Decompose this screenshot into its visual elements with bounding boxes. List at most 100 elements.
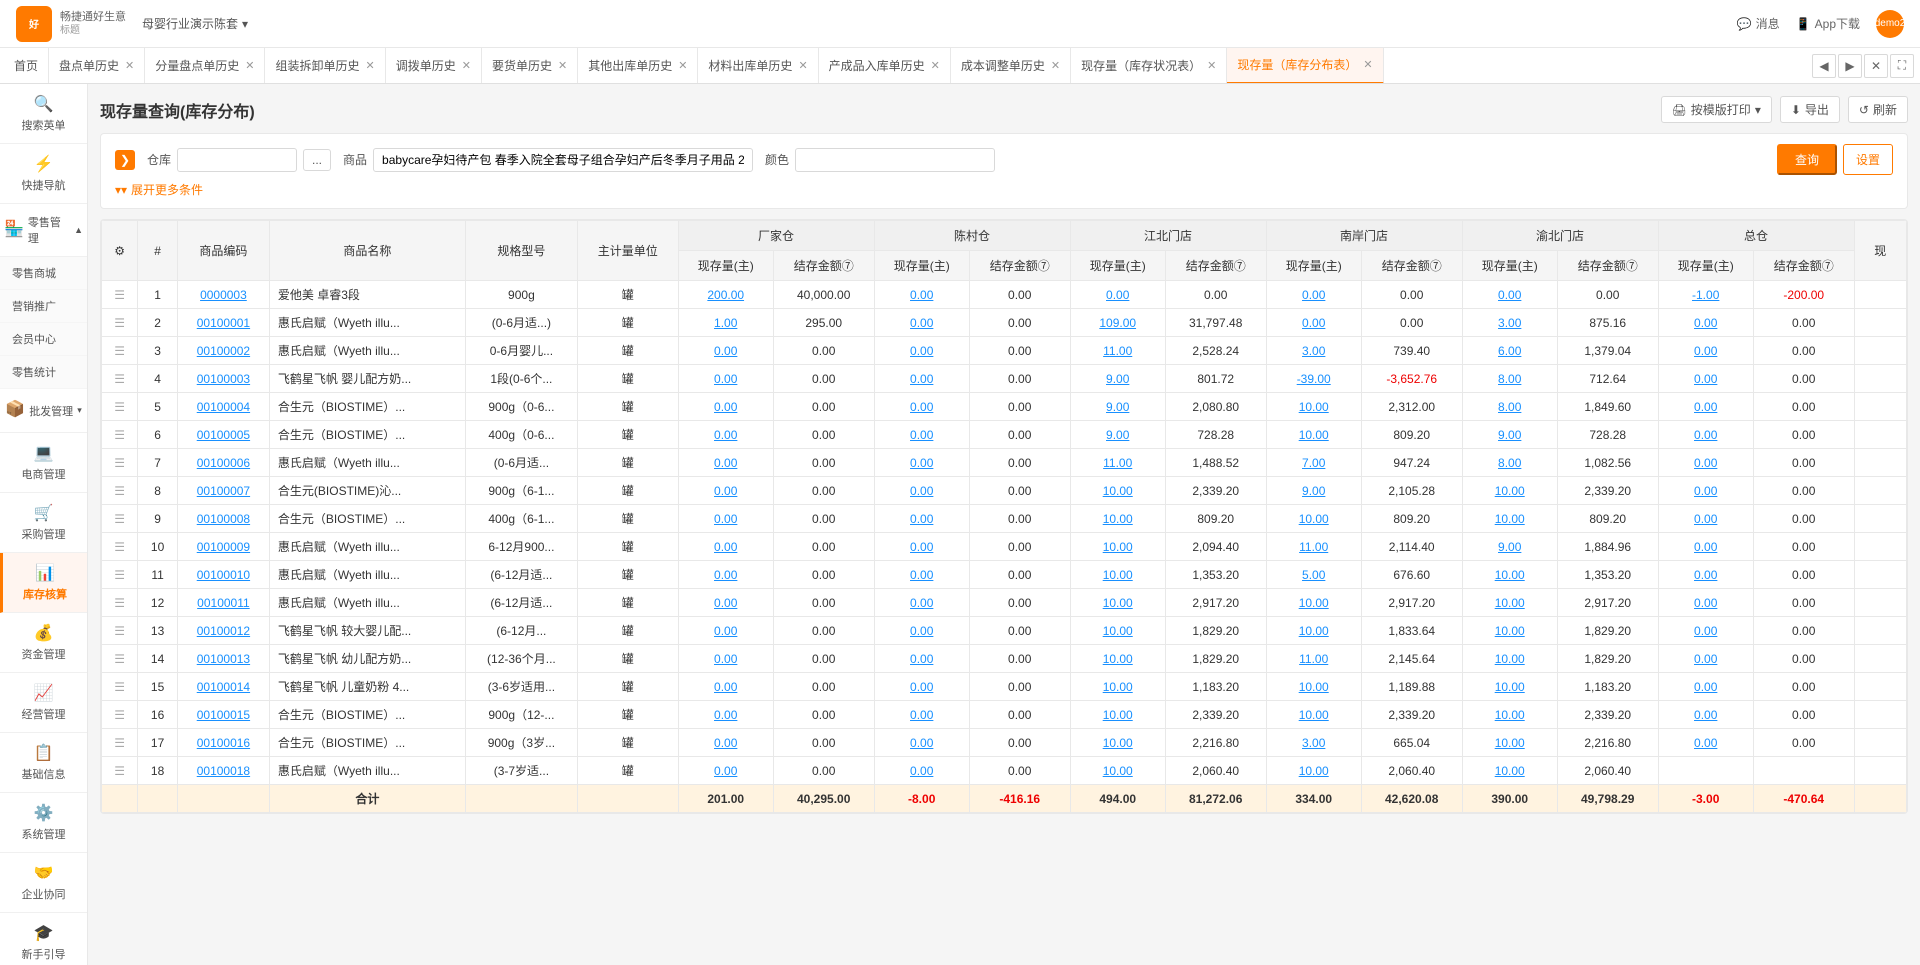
cell-total-qty[interactable]: 0.00 <box>1658 421 1753 449</box>
refresh-btn[interactable]: ↺ 刷新 <box>1848 96 1908 123</box>
cell-chen-qty[interactable]: 0.00 <box>874 533 969 561</box>
cell-settings[interactable]: ☰ <box>102 477 138 505</box>
cell-factory-qty[interactable]: 1.00 <box>678 309 773 337</box>
sidebar-item-ecommerce[interactable]: 💻 电商管理 <box>0 433 87 493</box>
tab-close-order[interactable]: ✕ <box>558 59 567 72</box>
sidebar-item-retail-stats[interactable]: 零售统计 <box>0 356 87 389</box>
settings-btn[interactable]: 设置 <box>1843 144 1893 175</box>
tab-stock-dist[interactable]: 现存量（库存分布表） ✕ <box>1227 48 1383 84</box>
cell-code[interactable]: 00100012 <box>177 617 269 645</box>
cell-code[interactable]: 00100003 <box>177 365 269 393</box>
cell-nanan-qty[interactable]: 10.00 <box>1266 673 1361 701</box>
cell-chen-qty[interactable]: 0.00 <box>874 477 969 505</box>
sidebar-item-retail-shop[interactable]: 零售商城 <box>0 257 87 290</box>
col-settings-header[interactable]: ⚙ <box>102 221 138 281</box>
cell-nanan-qty[interactable]: 0.00 <box>1266 281 1361 309</box>
cell-nanan-qty[interactable]: 7.00 <box>1266 449 1361 477</box>
cell-code[interactable]: 0000003 <box>177 281 269 309</box>
cell-total-qty[interactable]: 0.00 <box>1658 309 1753 337</box>
sidebar-item-nav[interactable]: ⚡ 快捷导航 <box>0 144 87 204</box>
tab-close-produce[interactable]: ✕ <box>931 59 940 72</box>
cell-chen-qty[interactable]: 0.00 <box>874 729 969 757</box>
cell-code[interactable]: 00100010 <box>177 561 269 589</box>
cell-code[interactable]: 00100007 <box>177 477 269 505</box>
cell-settings[interactable]: ☰ <box>102 365 138 393</box>
avatar[interactable]: demo2 <box>1876 10 1904 38</box>
cell-total-qty[interactable]: 0.00 <box>1658 337 1753 365</box>
sidebar-item-basics[interactable]: 📋 基础信息 <box>0 733 87 793</box>
cell-nanan-qty[interactable]: 10.00 <box>1266 757 1361 785</box>
cell-jiangbei-qty[interactable]: 10.00 <box>1070 757 1165 785</box>
cell-factory-qty[interactable]: 0.00 <box>678 337 773 365</box>
sidebar-item-operations[interactable]: 📈 经营管理 <box>0 673 87 733</box>
tab-cost-adjust[interactable]: 成本调整单历史 ✕ <box>951 48 1071 84</box>
cell-jiangbei-qty[interactable]: 10.00 <box>1070 533 1165 561</box>
tab-order[interactable]: 要货单历史 ✕ <box>482 48 578 84</box>
cell-factory-qty[interactable]: 0.00 <box>678 365 773 393</box>
cell-settings[interactable]: ☰ <box>102 393 138 421</box>
cell-yubei-qty[interactable]: 10.00 <box>1462 673 1557 701</box>
cell-jiangbei-qty[interactable]: 9.00 <box>1070 421 1165 449</box>
cell-nanan-qty[interactable]: 3.00 <box>1266 337 1361 365</box>
tab-stock-status[interactable]: 现存量（库存状况表） ✕ <box>1071 48 1227 84</box>
cell-code[interactable]: 00100009 <box>177 533 269 561</box>
cell-total-qty[interactable]: 0.00 <box>1658 393 1753 421</box>
filter-toggle-btn[interactable]: ❯ <box>115 150 135 170</box>
cell-jiangbei-qty[interactable]: 9.00 <box>1070 393 1165 421</box>
cell-jiangbei-qty[interactable]: 10.00 <box>1070 477 1165 505</box>
cell-chen-qty[interactable]: 0.00 <box>874 589 969 617</box>
tab-close-material[interactable]: ✕ <box>798 59 807 72</box>
tab-inventory-single[interactable]: 盘点单历史 ✕ <box>49 48 145 84</box>
cell-chen-qty[interactable]: 0.00 <box>874 337 969 365</box>
cell-total-qty[interactable]: 0.00 <box>1658 589 1753 617</box>
cell-yubei-qty[interactable]: 10.00 <box>1462 505 1557 533</box>
cell-jiangbei-qty[interactable]: 10.00 <box>1070 701 1165 729</box>
cell-chen-qty[interactable]: 0.00 <box>874 673 969 701</box>
cell-jiangbei-qty[interactable]: 109.00 <box>1070 309 1165 337</box>
cell-total-qty[interactable]: 0.00 <box>1658 505 1753 533</box>
cell-code[interactable]: 00100001 <box>177 309 269 337</box>
cell-yubei-qty[interactable]: 3.00 <box>1462 309 1557 337</box>
cell-chen-qty[interactable]: 0.00 <box>874 365 969 393</box>
cell-code[interactable]: 00100016 <box>177 729 269 757</box>
cell-nanan-qty[interactable]: 10.00 <box>1266 505 1361 533</box>
cell-nanan-qty[interactable]: 10.00 <box>1266 701 1361 729</box>
cell-code[interactable]: 00100011 <box>177 589 269 617</box>
tab-combo-disassemble[interactable]: 组装拆卸单历史 ✕ <box>265 48 385 84</box>
cell-factory-qty[interactable]: 0.00 <box>678 477 773 505</box>
cell-code[interactable]: 00100018 <box>177 757 269 785</box>
cell-yubei-qty[interactable]: 8.00 <box>1462 365 1557 393</box>
cell-code[interactable]: 00100002 <box>177 337 269 365</box>
cell-factory-qty[interactable]: 0.00 <box>678 673 773 701</box>
cell-chen-qty[interactable]: 0.00 <box>874 393 969 421</box>
tab-close-combo[interactable]: ✕ <box>366 59 375 72</box>
sidebar-item-member[interactable]: 会员中心 <box>0 323 87 356</box>
cell-total-qty[interactable]: 0.00 <box>1658 533 1753 561</box>
tab-other-out[interactable]: 其他出库单历史 ✕ <box>578 48 698 84</box>
cell-total-qty[interactable]: 0.00 <box>1658 617 1753 645</box>
cell-settings[interactable]: ☰ <box>102 561 138 589</box>
cell-factory-qty[interactable]: 0.00 <box>678 449 773 477</box>
cell-settings[interactable]: ☰ <box>102 533 138 561</box>
cell-factory-qty[interactable]: 0.00 <box>678 757 773 785</box>
cell-total-qty[interactable]: 0.00 <box>1658 477 1753 505</box>
cell-factory-qty[interactable]: 0.00 <box>678 505 773 533</box>
tab-close-all-btn[interactable]: ✕ <box>1864 54 1888 78</box>
cell-jiangbei-qty[interactable]: 10.00 <box>1070 561 1165 589</box>
cell-total-qty[interactable]: 0.00 <box>1658 729 1753 757</box>
cell-settings[interactable]: ☰ <box>102 309 138 337</box>
print-btn[interactable]: 🖨 按模版打印 ▾ <box>1661 96 1772 123</box>
cell-jiangbei-qty[interactable]: 10.00 <box>1070 729 1165 757</box>
cell-factory-qty[interactable]: 0.00 <box>678 729 773 757</box>
color-input[interactable] <box>795 148 995 172</box>
cell-chen-qty[interactable]: 0.00 <box>874 309 969 337</box>
tab-close-other-out[interactable]: ✕ <box>678 59 687 72</box>
cell-factory-qty[interactable]: 0.00 <box>678 393 773 421</box>
cell-yubei-qty[interactable]: 8.00 <box>1462 449 1557 477</box>
query-btn[interactable]: 查询 <box>1777 144 1837 175</box>
cell-chen-qty[interactable]: 0.00 <box>874 505 969 533</box>
cell-yubei-qty[interactable]: 9.00 <box>1462 533 1557 561</box>
cell-jiangbei-qty[interactable]: 11.00 <box>1070 337 1165 365</box>
cell-code[interactable]: 00100004 <box>177 393 269 421</box>
cell-nanan-qty[interactable]: 11.00 <box>1266 533 1361 561</box>
